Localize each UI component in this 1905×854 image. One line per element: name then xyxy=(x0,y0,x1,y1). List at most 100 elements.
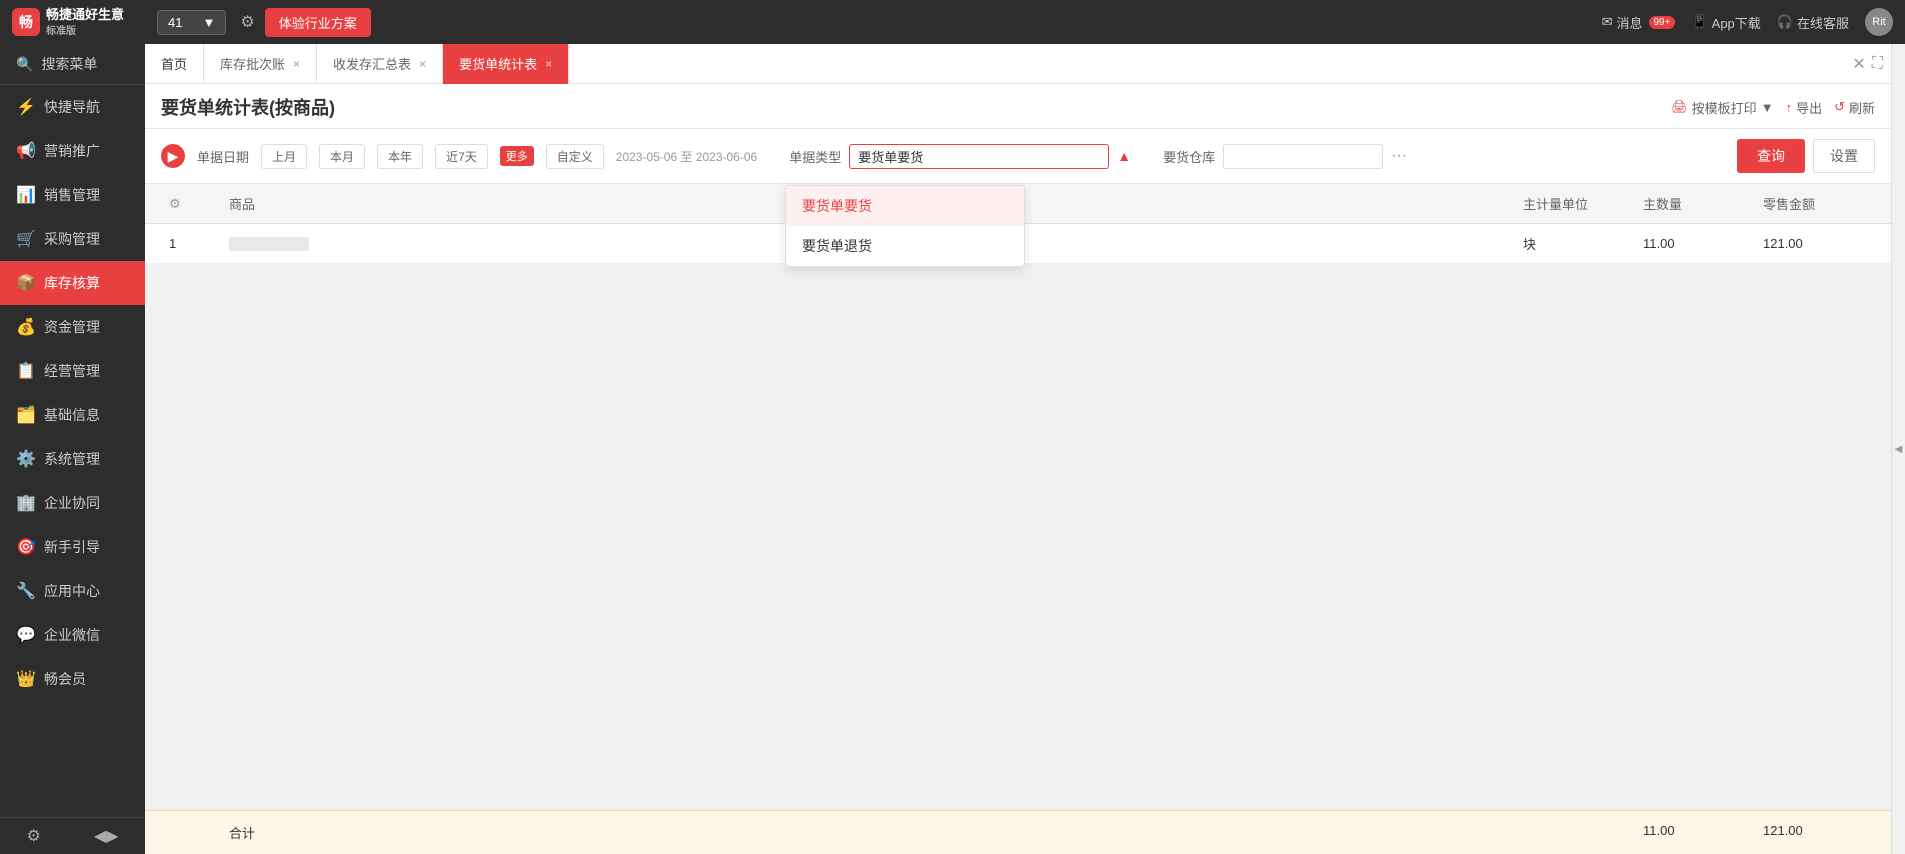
settings-icon[interactable]: ⚙ xyxy=(240,12,254,32)
tab-home[interactable]: 首页 xyxy=(145,44,204,84)
marketing-icon: 📢 xyxy=(16,141,36,161)
online-service-item[interactable]: 🎧 在线客服 xyxy=(1777,13,1849,32)
more-options-icon[interactable]: ··· xyxy=(1391,147,1407,165)
operations-icon: 📋 xyxy=(16,361,36,381)
page-actions: 🖨 按模板打印 ▼ ↑ 导出 ↺ 刷新 xyxy=(1671,98,1875,117)
filter-expand-btn[interactable]: ▶ xyxy=(161,144,185,168)
sidebar-bottom: ⚙ ◀▶ xyxy=(0,817,145,854)
sidebar-item-operations[interactable]: 📋 经营管理 xyxy=(0,349,145,393)
scroll-toggle-icon: ◀ xyxy=(1893,444,1904,455)
sidebar-item-inventory[interactable]: 📦 库存核算 xyxy=(0,261,145,305)
date-btn-this-month[interactable]: 本月 xyxy=(319,144,365,169)
query-btn[interactable]: 查询 xyxy=(1737,139,1805,173)
date-label: 单据日期 xyxy=(197,147,249,166)
sidebar-item-finance[interactable]: 💰 资金管理 xyxy=(0,305,145,349)
sidebar-label-operations: 经营管理 xyxy=(44,361,100,381)
filter-warehouse-area: 要货仓库 ··· xyxy=(1163,144,1407,169)
th-unit: 主计量单位 xyxy=(1515,184,1635,223)
tab-batch-inventory-close[interactable]: × xyxy=(293,57,300,71)
th-gear-icon[interactable]: ⚙ xyxy=(169,196,181,212)
sidebar-item-enterprise[interactable]: 🏢 企业协同 xyxy=(0,481,145,525)
logo-icon: 畅 xyxy=(12,8,40,36)
setting-btn[interactable]: 设置 xyxy=(1813,139,1875,173)
sidebar-label-basic: 基础信息 xyxy=(44,405,100,425)
print-icon: 🖨 xyxy=(1671,99,1688,115)
tab-receipt-summary-label: 收发存汇总表 xyxy=(333,54,411,73)
tab-expand-icon[interactable]: ⛶ xyxy=(1872,55,1883,73)
dropdown-item-requisition-order-label: 要货单要货 xyxy=(802,198,872,214)
system-icon: ⚙️ xyxy=(16,449,36,469)
sidebar-item-member[interactable]: 👑 畅会员 xyxy=(0,657,145,701)
refresh-icon: ↺ xyxy=(1834,99,1845,115)
message-icon: ✉ xyxy=(1602,14,1613,30)
dropdown-item-requisition-return[interactable]: 要货单退货 xyxy=(786,226,1024,266)
scroll-toggle[interactable]: ◀ xyxy=(1891,44,1905,854)
refresh-btn[interactable]: ↺ 刷新 xyxy=(1834,98,1875,117)
date-btn-this-year[interactable]: 本年 xyxy=(377,144,423,169)
tab-receipt-summary[interactable]: 收发存汇总表 × xyxy=(317,44,443,84)
print-template-label: 按模板打印 xyxy=(1692,98,1757,117)
total-label: 合计 xyxy=(229,826,255,841)
sidebar-item-quick-nav[interactable]: ⚡ 快捷导航 xyxy=(0,85,145,129)
table-footer: 合计 11.00 121.00 xyxy=(145,810,1891,854)
app-icon: 📱 xyxy=(1691,14,1707,30)
warehouse-label: 要货仓库 xyxy=(1163,147,1215,166)
quick-nav-icon: ⚡ xyxy=(16,97,36,117)
main-layout: 🔍 搜索菜单 ⚡ 快捷导航 📢 营销推广 📊 销售管理 🛒 采购管理 📦 库存核… xyxy=(0,44,1905,854)
sidebar-settings-icon[interactable]: ⚙ xyxy=(27,826,41,846)
print-template-btn[interactable]: 🖨 按模板打印 ▼ xyxy=(1671,98,1773,117)
store-selector[interactable]: 41 ▼ xyxy=(157,10,226,35)
type-input[interactable] xyxy=(849,144,1109,169)
page-title: 要货单统计表(按商品) xyxy=(161,94,335,120)
avatar[interactable]: Rit xyxy=(1865,8,1893,36)
sidebar-label-search: 搜索菜单 xyxy=(41,54,97,74)
sidebar-item-sales[interactable]: 📊 销售管理 xyxy=(0,173,145,217)
sidebar-label-quick-nav: 快捷导航 xyxy=(44,97,100,117)
avatar-text: Rit xyxy=(1872,16,1885,28)
industry-button[interactable]: 体验行业方案 xyxy=(265,8,371,37)
sidebar-label-member: 畅会员 xyxy=(44,669,86,689)
finance-icon: 💰 xyxy=(16,317,36,337)
tab-bar-right: ✕ ⛶ xyxy=(1844,54,1891,74)
tab-bar: 首页 库存批次账 × 收发存汇总表 × 要货单统计表 × ✕ ⛶ xyxy=(145,44,1891,84)
sidebar-label-inventory: 库存核算 xyxy=(44,273,100,293)
sidebar: 🔍 搜索菜单 ⚡ 快捷导航 📢 营销推广 📊 销售管理 🛒 采购管理 📦 库存核… xyxy=(0,44,145,854)
app-download-item[interactable]: 📱 App下载 xyxy=(1691,13,1760,32)
search-icon: 🔍 xyxy=(16,56,33,73)
messages-item[interactable]: ✉ 消息 99+ xyxy=(1602,13,1676,32)
tab-close-all-icon[interactable]: ✕ xyxy=(1852,54,1865,74)
type-chevron-icon[interactable]: ▲ xyxy=(1117,148,1131,164)
sidebar-item-purchase[interactable]: 🛒 采购管理 xyxy=(0,217,145,261)
tab-requisition-stats-close[interactable]: × xyxy=(545,57,552,71)
tab-requisition-stats[interactable]: 要货单统计表 × xyxy=(443,44,569,84)
sidebar-item-appstore[interactable]: 🔧 应用中心 xyxy=(0,569,145,613)
top-header: 畅 畅捷通好生意 标准版 41 ▼ ⚙ 体验行业方案 ✉ 消息 99+ 📱 Ap… xyxy=(0,0,1905,44)
sidebar-item-wechat[interactable]: 💬 企业微信 xyxy=(0,613,145,657)
custom-date-btn[interactable]: 自定义 xyxy=(546,144,604,169)
sidebar-item-system[interactable]: ⚙️ 系统管理 xyxy=(0,437,145,481)
sidebar-item-guide[interactable]: 🎯 新手引导 xyxy=(0,525,145,569)
export-btn[interactable]: ↑ 导出 xyxy=(1786,98,1823,117)
online-service-label: 在线客服 xyxy=(1797,13,1849,32)
messages-badge: 99+ xyxy=(1649,16,1676,29)
page-header: 要货单统计表(按商品) 🖨 按模板打印 ▼ ↑ 导出 ↺ 刷新 xyxy=(145,84,1891,129)
tab-batch-inventory-label: 库存批次账 xyxy=(220,54,285,73)
sidebar-label-wechat: 企业微信 xyxy=(44,625,100,645)
unit-value: 块 xyxy=(1523,234,1536,253)
more-dates-btn[interactable]: 更多 xyxy=(500,146,534,166)
sidebar-label-sales: 销售管理 xyxy=(44,185,100,205)
tab-batch-inventory[interactable]: 库存批次账 × xyxy=(204,44,317,84)
sidebar-item-marketing[interactable]: 📢 营销推广 xyxy=(0,129,145,173)
tab-receipt-summary-close[interactable]: × xyxy=(419,57,426,71)
sidebar-item-basic[interactable]: 🗂️ 基础信息 xyxy=(0,393,145,437)
wechat-icon: 💬 xyxy=(16,625,36,645)
sidebar-collapse-icon[interactable]: ◀▶ xyxy=(94,826,119,846)
date-btn-7days[interactable]: 近7天 xyxy=(435,144,488,169)
purchase-icon: 🛒 xyxy=(16,229,36,249)
th-quantity-label: 主数量 xyxy=(1643,194,1682,213)
sidebar-item-search[interactable]: 🔍 搜索菜单 xyxy=(0,44,145,85)
warehouse-input[interactable] xyxy=(1223,144,1383,169)
dropdown-item-requisition-order[interactable]: 要货单要货 xyxy=(786,186,1024,226)
messages-label: 消息 xyxy=(1616,13,1642,32)
date-btn-last-month[interactable]: 上月 xyxy=(261,144,307,169)
